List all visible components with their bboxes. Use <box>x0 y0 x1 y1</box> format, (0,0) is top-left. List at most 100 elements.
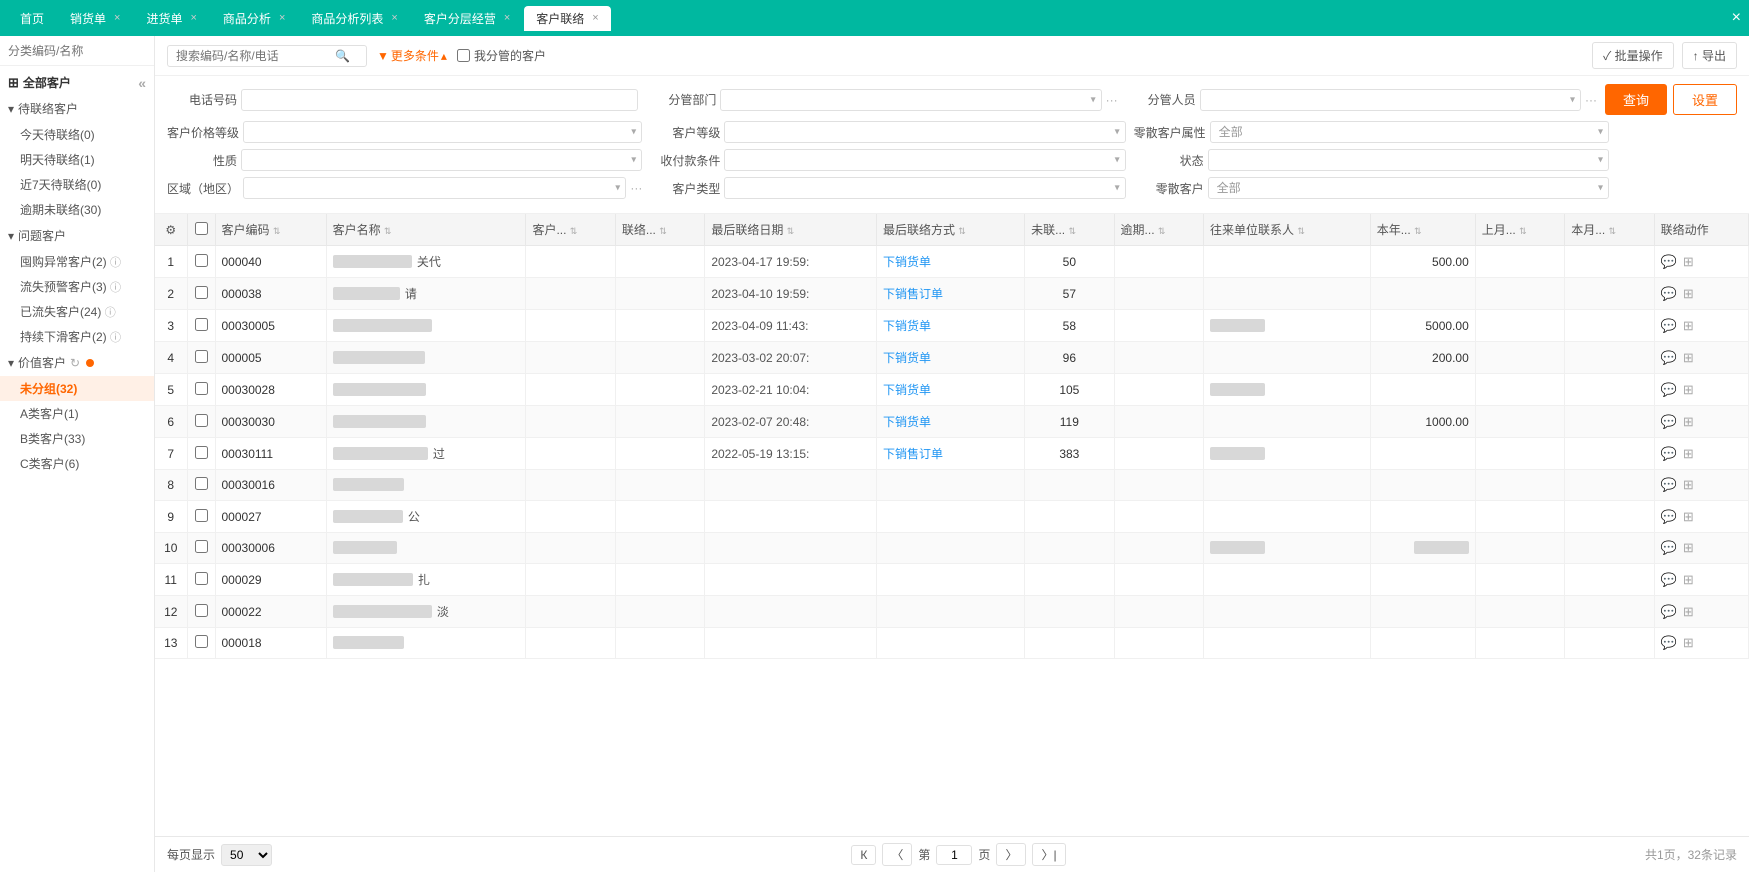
export-button[interactable]: ↑ 导出 <box>1682 42 1737 69</box>
col-name[interactable]: 客户名称 ⇅ <box>326 214 526 246</box>
tab-sales-close[interactable]: × <box>114 12 120 24</box>
method-link[interactable]: 下销货单 <box>883 415 931 429</box>
select-all-checkbox[interactable] <box>195 222 208 235</box>
price-level-select[interactable] <box>243 121 642 143</box>
search-input[interactable] <box>176 49 331 63</box>
more-action-icon[interactable]: ⊞ <box>1683 446 1694 462</box>
contact-action-icon[interactable]: 💬 <box>1661 350 1677 366</box>
sidebar-all-customers[interactable]: ⊞ 全部客户 « <box>0 66 154 95</box>
sidebar-item-churn-warn[interactable]: 流失预警客户(3) ⓘ <box>0 274 154 299</box>
sidebar-item-type-a[interactable]: A类客户(1) <box>0 401 154 426</box>
more-action-icon[interactable]: ⊞ <box>1683 477 1694 493</box>
col-last-date[interactable]: 最后联络日期 ⇅ <box>705 214 877 246</box>
cell-checkbox[interactable] <box>187 596 215 628</box>
contact-action-icon[interactable]: 💬 <box>1661 572 1677 588</box>
sidebar-item-overdue[interactable]: 逾期未联络(30) <box>0 197 154 222</box>
more-action-icon[interactable]: ⊞ <box>1683 540 1694 556</box>
status-select[interactable] <box>1208 149 1609 171</box>
method-link[interactable]: 下销售订单 <box>883 287 943 301</box>
tab-customer-contact-close[interactable]: × <box>592 12 598 24</box>
sidebar-search-input[interactable] <box>8 44 155 58</box>
tab-goods-list-close[interactable]: × <box>391 12 397 24</box>
query-button[interactable]: 查询 <box>1605 84 1667 115</box>
customer-level-select[interactable] <box>724 121 1125 143</box>
contact-action-icon[interactable]: 💬 <box>1661 477 1677 493</box>
cell-last-method[interactable]: 下销货单 <box>876 246 1024 278</box>
cell-checkbox[interactable] <box>187 278 215 310</box>
tab-home[interactable]: 首页 <box>8 6 56 31</box>
my-customers-filter[interactable]: 我分管的客户 <box>457 47 546 64</box>
tab-purchase-close[interactable]: × <box>190 12 196 24</box>
more-action-icon[interactable]: ⊞ <box>1683 382 1694 398</box>
cell-last-method[interactable]: 下销货单 <box>876 374 1024 406</box>
dept-more-icon[interactable]: ··· <box>1106 93 1118 107</box>
phone-input[interactable] <box>241 89 638 111</box>
col-settings[interactable]: ⚙ <box>155 214 187 246</box>
cell-checkbox[interactable] <box>187 470 215 501</box>
page-number-input[interactable] <box>936 845 972 865</box>
contact-action-icon[interactable]: 💬 <box>1661 635 1677 651</box>
more-conditions-btn[interactable]: ▼ 更多条件 ▴ <box>377 47 447 64</box>
more-action-icon[interactable]: ⊞ <box>1683 286 1694 302</box>
next-page-btn[interactable]: 〉 <box>996 843 1026 866</box>
col-checkbox[interactable] <box>187 214 215 246</box>
col-uncontacted[interactable]: 未联... ⇅ <box>1025 214 1114 246</box>
sidebar-section-problem[interactable]: ▾ 问题客户 <box>0 222 154 249</box>
contact-action-icon[interactable]: 💬 <box>1661 254 1677 270</box>
sidebar-item-abnormal[interactable]: 囤购异常客户(2) ⓘ <box>0 249 154 274</box>
tab-goods-list[interactable]: 商品分析列表 × <box>299 6 409 31</box>
sidebar-item-7days[interactable]: 近7天待联络(0) <box>0 172 154 197</box>
col-contact-person[interactable]: 往来单位联系人 ⇅ <box>1203 214 1370 246</box>
method-link[interactable]: 下销货单 <box>883 255 931 269</box>
cell-checkbox[interactable] <box>187 501 215 533</box>
cell-last-method[interactable]: 下销货单 <box>876 310 1024 342</box>
sparse-attr-select[interactable]: 全部 <box>1210 121 1609 143</box>
method-link[interactable]: 下销货单 <box>883 319 931 333</box>
my-customers-checkbox[interactable] <box>457 49 470 62</box>
contact-action-icon[interactable]: 💬 <box>1661 446 1677 462</box>
manager-select[interactable] <box>1200 89 1581 111</box>
cell-checkbox[interactable] <box>187 374 215 406</box>
tab-purchase[interactable]: 进货单 × <box>134 6 208 31</box>
col-this-month[interactable]: 本月... ⇅ <box>1565 214 1654 246</box>
col-contact[interactable]: 联络... ⇅ <box>615 214 704 246</box>
region-select[interactable] <box>243 177 626 199</box>
contact-action-icon[interactable]: 💬 <box>1661 509 1677 525</box>
col-last-month[interactable]: 上月... ⇅ <box>1475 214 1564 246</box>
nature-select[interactable] <box>241 149 642 171</box>
sidebar-section-pending[interactable]: ▾ 待联络客户 <box>0 95 154 122</box>
method-link[interactable]: 下销货单 <box>883 383 931 397</box>
cell-last-method[interactable]: 下销售订单 <box>876 278 1024 310</box>
payment-select[interactable] <box>724 149 1125 171</box>
cell-checkbox[interactable] <box>187 342 215 374</box>
sidebar-collapse-icon[interactable]: « <box>138 75 146 91</box>
contact-action-icon[interactable]: 💬 <box>1661 604 1677 620</box>
more-action-icon[interactable]: ⊞ <box>1683 509 1694 525</box>
cell-last-method[interactable]: 下销货单 <box>876 342 1024 374</box>
contact-action-icon[interactable]: 💬 <box>1661 414 1677 430</box>
sidebar-item-ungroup[interactable]: 未分组(32) <box>0 376 154 401</box>
sidebar-section-value[interactable]: ▾ 价值客户 ↻ <box>0 349 154 376</box>
more-action-icon[interactable]: ⊞ <box>1683 604 1694 620</box>
contact-action-icon[interactable]: 💬 <box>1661 382 1677 398</box>
tab-goods-analysis[interactable]: 商品分析 × <box>211 6 297 31</box>
cell-last-method[interactable]: 下销货单 <box>876 406 1024 438</box>
tab-customer-tier-close[interactable]: × <box>504 12 510 24</box>
col-last-method[interactable]: 最后联络方式 ⇅ <box>876 214 1024 246</box>
sidebar-item-type-b[interactable]: B类客户(33) <box>0 426 154 451</box>
cell-checkbox[interactable] <box>187 310 215 342</box>
window-close-icon[interactable]: × <box>1732 9 1741 27</box>
sidebar-item-churned[interactable]: 已流失客户(24) ⓘ <box>0 299 154 324</box>
manager-more-icon[interactable]: ··· <box>1585 93 1597 107</box>
region-more-icon[interactable]: ··· <box>630 181 642 195</box>
more-action-icon[interactable]: ⊞ <box>1683 318 1694 334</box>
first-page-btn[interactable]: К <box>851 845 876 865</box>
sidebar-item-today[interactable]: 今天待联络(0) <box>0 122 154 147</box>
customer-type-select[interactable] <box>724 177 1125 199</box>
tab-customer-contact[interactable]: 客户联络 × <box>524 6 610 31</box>
last-page-btn[interactable]: 〉| <box>1032 843 1065 866</box>
col-overdue[interactable]: 逾期... ⇅ <box>1114 214 1203 246</box>
more-action-icon[interactable]: ⊞ <box>1683 414 1694 430</box>
page-size-select[interactable]: 50 100 <box>221 844 272 866</box>
cell-checkbox[interactable] <box>187 438 215 470</box>
